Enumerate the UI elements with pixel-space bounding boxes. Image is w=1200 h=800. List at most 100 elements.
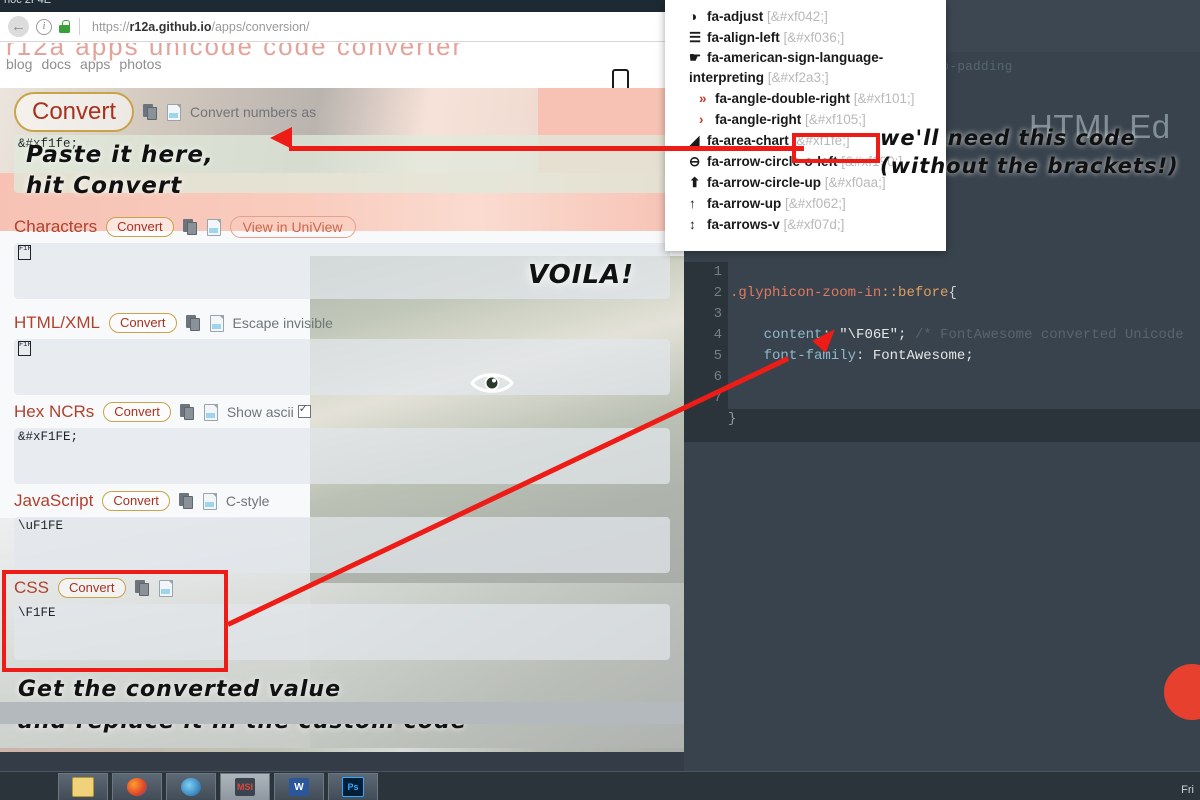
copy-icon[interactable] [182,219,198,235]
row-label-hex-ncrs: Hex NCRs [14,402,95,421]
fa-item-name[interactable]: fa-angle-right [715,112,801,127]
line-number: 1 [713,264,722,280]
converter-row-hex-ncrs: Hex NCRs Convert Show ascii &#xF1FE; [0,399,684,484]
annotation-voila: VOILA! [528,260,634,290]
convert-button[interactable]: Convert [14,92,135,132]
annotation-paste-line-1: hit Convert [26,173,183,199]
red-highlight-css-row [2,570,228,672]
convert-button[interactable]: Convert [102,490,170,512]
folder-icon [72,777,94,797]
nav-link-blog[interactable]: blog [6,56,32,72]
fa-item-name[interactable]: fa-align-left [707,30,780,45]
copy-icon[interactable] [179,404,195,420]
css-pseudo: ::before [881,285,949,301]
taskbar-item-photoshop[interactable]: Ps [328,773,378,800]
annotation-paste-here: Paste it here, hit Convert [26,140,214,202]
nav-link-photos[interactable]: photos [119,56,161,72]
fa-item-code: [&#xf07d;] [783,217,845,232]
missing-glyph-box: F1FE [18,341,31,356]
fa-list-item[interactable]: ↑ fa-arrow-up [&#xf062;] [689,193,939,214]
lock-icon [59,20,70,33]
taskbar-item-firefox[interactable] [112,773,162,800]
row-label-javascript: JavaScript [14,491,94,510]
fa-item-code: [&#xf2a3;] [767,70,829,85]
code-editor-pane[interactable]: 1 2▼ 3 4▼ 5 6 7 .glyphicon-zoom-in::befo… [684,262,1200,442]
nav-link-docs[interactable]: docs [41,56,71,72]
fa-list-item[interactable]: ☰ fa-align-left [&#xf036;] [689,27,939,48]
page-icon[interactable] [209,314,224,332]
taskbar-clock[interactable]: Fri [1181,784,1194,796]
fa-list-item[interactable]: ◑ fa-adjust [&#xf042;] [689,6,939,27]
page-icon[interactable] [203,403,218,421]
back-arrow-icon[interactable]: ← [8,16,29,37]
url-domain: r12a.github.io [129,19,212,34]
mobile-phone-icon[interactable] [612,69,629,88]
input-html-xml[interactable]: F1FE [14,339,670,395]
fa-item-name[interactable]: fa-adjust [707,9,763,24]
desktop-strip [0,702,684,724]
copy-icon[interactable] [143,104,158,120]
css-selector: .glyphicon-zoom-in [730,285,882,301]
site-nav[interactable]: blog docs apps photos [6,56,170,72]
line-number: 6 [713,369,722,385]
input-hex-ncrs[interactable]: &#xF1FE; [14,428,670,484]
css-open-brace: { [948,285,957,301]
fa-eye-icon [470,370,514,396]
row-hint: Escape invisible [232,315,333,331]
url-text[interactable]: https://r12a.github.io/apps/conversion/ [92,20,309,34]
browser-address-bar[interactable]: ← i https://r12a.github.io/apps/conversi… [0,12,684,42]
fa-item-name[interactable]: fa-arrow-up [707,196,781,211]
show-ascii-checkbox[interactable] [297,402,311,418]
taskbar-item-word[interactable]: W [274,773,324,800]
copy-icon[interactable] [178,493,194,509]
fa-list-item[interactable]: ↕ fa-arrows-v [&#xf07d;] [689,214,939,235]
convert-button[interactable]: Convert [106,216,174,238]
fa-item-code: [&#xf036;] [783,30,845,45]
taskbar-item-folder[interactable] [58,773,108,800]
fa-item-name[interactable]: fa-arrows-v [707,217,780,232]
fa-item-code: [&#xf105;] [805,112,866,127]
photoshop-icon: Ps [342,777,364,797]
taskbar-item-msi[interactable]: MSI [220,773,270,800]
convert-button[interactable]: Convert [103,401,171,423]
css-value-content: "\F06E"; [839,327,907,343]
taskbar-items[interactable]: MSI W Ps [58,773,378,800]
fa-item-name[interactable]: fa-arrow-circle-up [707,175,821,190]
page-icon[interactable] [206,218,221,236]
red-circle-marker [1164,664,1200,720]
info-icon[interactable]: i [36,18,52,35]
red-arrow-line-top [289,146,804,151]
msi-icon: MSI [235,778,255,796]
convert-button[interactable]: Convert [108,312,177,334]
browser-tab-title[interactable]: hoc 2F4E [4,0,51,6]
divider [79,18,80,35]
nav-link-apps[interactable]: apps [80,56,110,72]
fa-arrows-v-icon: ↕ [689,217,696,232]
annotation-need-code: we'll need this code (without the bracke… [880,124,1179,180]
copy-icon[interactable] [185,315,201,331]
red-arrow-head-top [270,127,292,149]
view-in-uniview-link[interactable]: View in UniView [229,216,356,238]
line-number: 2▼ [684,283,737,304]
browser-tabstrip[interactable]: hoc 2F4E [0,0,684,12]
fa-item-name[interactable]: fa-angle-double-right [715,91,850,106]
css-value-fontfamily: FontAwesome; [872,348,974,364]
fa-list-item[interactable]: » fa-angle-double-right [&#xf101;] [689,88,939,109]
fa-arrow-up-icon: ↑ [689,196,696,211]
page-icon[interactable] [167,103,182,121]
css-comment: /* FontAwesome converted Unicode [914,327,1184,343]
line-number: 3 [713,306,722,322]
show-ascii-label: Show ascii [226,404,294,420]
fa-item-code: [&#xf0aa;] [824,175,886,190]
taskbar[interactable]: MSI W Ps Fri [0,771,1200,800]
css-close-brace: } [728,411,737,427]
code-text[interactable]: .glyphicon-zoom-in::before{ content: "\F… [728,262,1200,409]
row-label-characters: Characters [14,217,98,236]
fa-list-item[interactable]: ☛ fa-american-sign-language-interpreting … [689,48,939,88]
taskbar-item-explorer[interactable] [166,773,216,800]
input-javascript[interactable]: \uF1FE [14,517,670,573]
row-label-html-xml: HTML/XML [14,313,100,332]
page-icon[interactable] [202,492,217,510]
fa-list[interactable]: ◑ fa-adjust [&#xf042;] ☰ fa-align-left [&#… [689,6,939,235]
annotation-need-line-1: (without the brackets!) [880,154,1179,178]
